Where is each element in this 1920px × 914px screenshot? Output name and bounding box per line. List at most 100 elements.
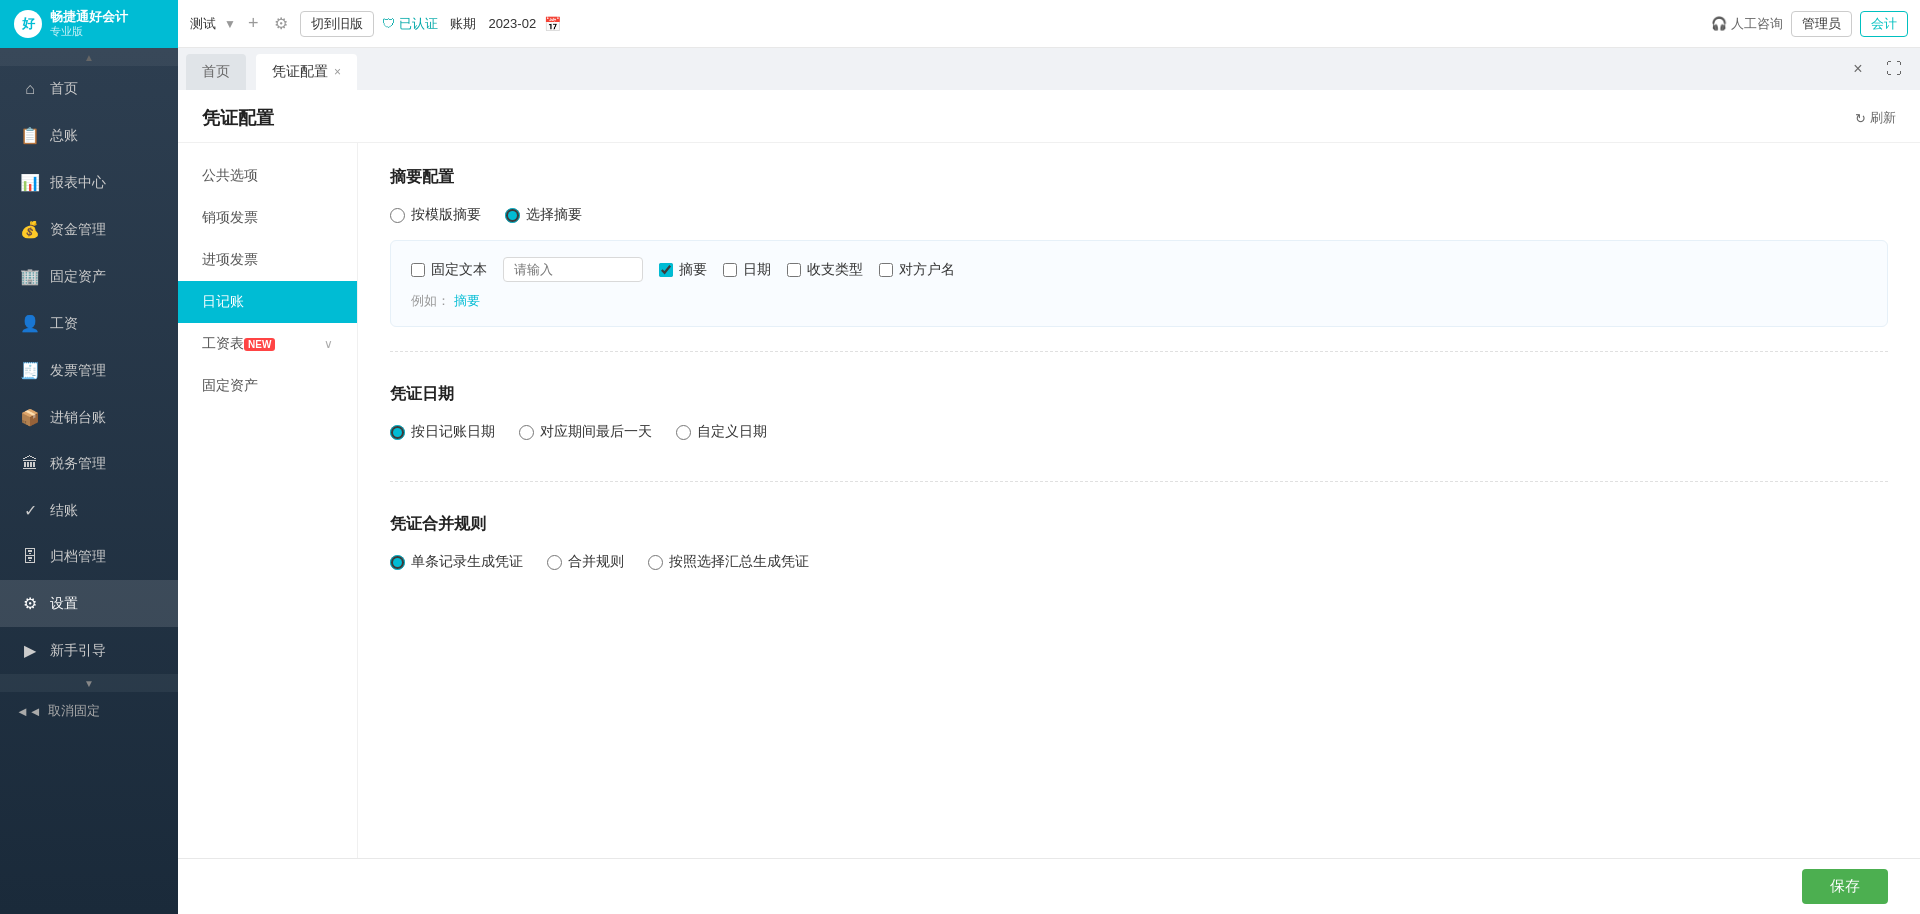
tab-voucher-config[interactable]: 凭证配置 × — [256, 54, 357, 90]
checkbox-fixed-text[interactable]: 固定文本 — [411, 261, 487, 279]
sidebar-label-wage: 工资 — [50, 315, 78, 333]
merge-aggregate-input[interactable] — [648, 555, 663, 570]
sidebar-item-home[interactable]: ⌂ 首页 — [0, 66, 178, 112]
cancel-fixed-icon: ◄◄ — [16, 704, 42, 719]
settings-icon[interactable]: ⚙ — [270, 14, 292, 33]
sidebar-item-invoice[interactable]: 🧾 发票管理 — [0, 347, 178, 394]
new-badge: NEW — [244, 338, 275, 351]
summary-section: 摘要配置 按模版摘要 选择摘要 — [390, 167, 1888, 352]
sidebar-item-archive[interactable]: 🗄 归档管理 — [0, 534, 178, 580]
cancel-fixed-button[interactable]: ◄◄ 取消固定 — [0, 692, 178, 730]
save-button[interactable]: 保存 — [1802, 869, 1888, 904]
fixed-text-input[interactable] — [503, 257, 643, 282]
checkbox-fixed-text-input[interactable] — [411, 263, 425, 277]
merge-radio-group: 单条记录生成凭证 合并规则 按照选择汇总生成凭证 — [390, 553, 1888, 571]
sidebar-item-wage[interactable]: 👤 工资 — [0, 300, 178, 347]
voucher-date-title: 凭证日期 — [390, 384, 1888, 405]
summary-radio-select-input[interactable] — [505, 208, 520, 223]
sidebar-item-trade[interactable]: 📦 进销台账 — [0, 394, 178, 441]
sidebar-item-checkout[interactable]: ✓ 结账 — [0, 487, 178, 534]
checkbox-summary-input[interactable] — [659, 263, 673, 277]
checkbox-summary[interactable]: 摘要 — [659, 261, 707, 279]
left-nav-fixed-assets[interactable]: 固定资产 — [178, 365, 357, 407]
merge-radio-rule[interactable]: 合并规则 — [547, 553, 624, 571]
refresh-button[interactable]: ↻ 刷新 — [1855, 109, 1896, 127]
voucher-date-radio-custom[interactable]: 自定义日期 — [676, 423, 767, 441]
sidebar-item-settings[interactable]: ⚙ 设置 — [0, 580, 178, 627]
calendar-icon[interactable]: 📅 — [544, 16, 561, 32]
logo-icon: 好 — [14, 10, 42, 38]
left-nav-purchase[interactable]: 进项发票 — [178, 239, 357, 281]
merge-rule-label: 合并规则 — [568, 553, 624, 571]
checkbox-date[interactable]: 日期 — [723, 261, 771, 279]
left-nav-sales[interactable]: 销项发票 — [178, 197, 357, 239]
sidebar-item-guide[interactable]: ▶ 新手引导 — [0, 627, 178, 674]
archive-icon: 🗄 — [20, 548, 40, 566]
sidebar-label-trade: 进销台账 — [50, 409, 106, 427]
merge-single-input[interactable] — [390, 555, 405, 570]
checkbox-counterpart-label: 对方户名 — [899, 261, 955, 279]
left-nav: 公共选项 销项发票 进项发票 日记账 工资表 NEW — [178, 143, 358, 858]
add-button[interactable]: + — [244, 13, 263, 34]
merge-radio-single[interactable]: 单条记录生成凭证 — [390, 553, 523, 571]
checkbox-counterpart-input[interactable] — [879, 263, 893, 277]
sidebar-label-tax: 税务管理 — [50, 455, 106, 473]
summary-radio-template[interactable]: 按模版摘要 — [390, 206, 481, 224]
fullscreen-button[interactable]: ⛶ — [1880, 55, 1908, 83]
summary-radio-select-label: 选择摘要 — [526, 206, 582, 224]
voucher-date-last-label: 对应期间最后一天 — [540, 423, 652, 441]
fixed-assets-icon: 🏢 — [20, 267, 40, 286]
tab-home[interactable]: 首页 — [186, 54, 246, 90]
voucher-date-last-input[interactable] — [519, 425, 534, 440]
sidebar-label-home: 首页 — [50, 80, 78, 98]
sidebar-item-fixed-assets[interactable]: 🏢 固定资产 — [0, 253, 178, 300]
logo-sub: 专业版 — [50, 24, 128, 39]
checkbox-income-type-input[interactable] — [787, 263, 801, 277]
example-prefix: 例如： — [411, 293, 450, 308]
accountant-button[interactable]: 会计 — [1860, 11, 1908, 37]
payroll-expand-icon: ∨ — [324, 337, 333, 351]
report-icon: 📊 — [20, 173, 40, 192]
consult-button[interactable]: 🎧 人工咨询 — [1711, 15, 1783, 33]
voucher-date-radio-group: 按日记账日期 对应期间最后一天 自定义日期 — [390, 423, 1888, 441]
checkbox-income-type[interactable]: 收支类型 — [787, 261, 863, 279]
example-text: 例如： 摘要 — [411, 292, 1867, 310]
dropdown-icon[interactable]: ▼ — [224, 17, 236, 31]
sidebar-item-report[interactable]: 📊 报表中心 — [0, 159, 178, 206]
voucher-date-custom-input[interactable] — [676, 425, 691, 440]
sidebar-item-capital[interactable]: 💰 资金管理 — [0, 206, 178, 253]
refresh-icon: ↻ — [1855, 111, 1866, 126]
voucher-date-radio-journal[interactable]: 按日记账日期 — [390, 423, 495, 441]
summary-radio-template-input[interactable] — [390, 208, 405, 223]
example-value: 摘要 — [454, 293, 480, 308]
sidebar-item-ledger[interactable]: 📋 总账 — [0, 112, 178, 159]
checkbox-date-input[interactable] — [723, 263, 737, 277]
certified-text: 已认证 — [399, 15, 438, 33]
sidebar-label-invoice: 发票管理 — [50, 362, 106, 380]
left-nav-public[interactable]: 公共选项 — [178, 155, 357, 197]
voucher-date-radio-last[interactable]: 对应期间最后一天 — [519, 423, 652, 441]
sidebar-label-capital: 资金管理 — [50, 221, 106, 239]
close-window-button[interactable]: × — [1844, 55, 1872, 83]
sidebar-label-checkout: 结账 — [50, 502, 78, 520]
sub-options-row: 固定文本 摘要 日期 — [411, 257, 1867, 282]
checkbox-counterpart[interactable]: 对方户名 — [879, 261, 955, 279]
consult-icon: 🎧 — [1711, 16, 1727, 31]
capital-icon: 💰 — [20, 220, 40, 239]
tab-close-icon[interactable]: × — [334, 65, 341, 79]
left-nav-payroll[interactable]: 工资表 NEW ∨ — [178, 323, 357, 365]
left-nav-journal-label: 日记账 — [202, 293, 244, 311]
voucher-date-journal-input[interactable] — [390, 425, 405, 440]
consult-text: 人工咨询 — [1731, 15, 1783, 33]
invoice-icon: 🧾 — [20, 361, 40, 380]
admin-button[interactable]: 管理员 — [1791, 11, 1852, 37]
sidebar-item-tax[interactable]: 🏛 税务管理 — [0, 441, 178, 487]
switch-version-button[interactable]: 切到旧版 — [300, 11, 374, 37]
checkbox-date-label: 日期 — [743, 261, 771, 279]
merge-radio-aggregate[interactable]: 按照选择汇总生成凭证 — [648, 553, 809, 571]
left-nav-journal[interactable]: 日记账 — [178, 281, 357, 323]
logo-text: 畅捷通好会计 — [50, 9, 128, 25]
merge-rule-input[interactable] — [547, 555, 562, 570]
page-title: 凭证配置 — [202, 106, 274, 130]
summary-radio-select[interactable]: 选择摘要 — [505, 206, 582, 224]
